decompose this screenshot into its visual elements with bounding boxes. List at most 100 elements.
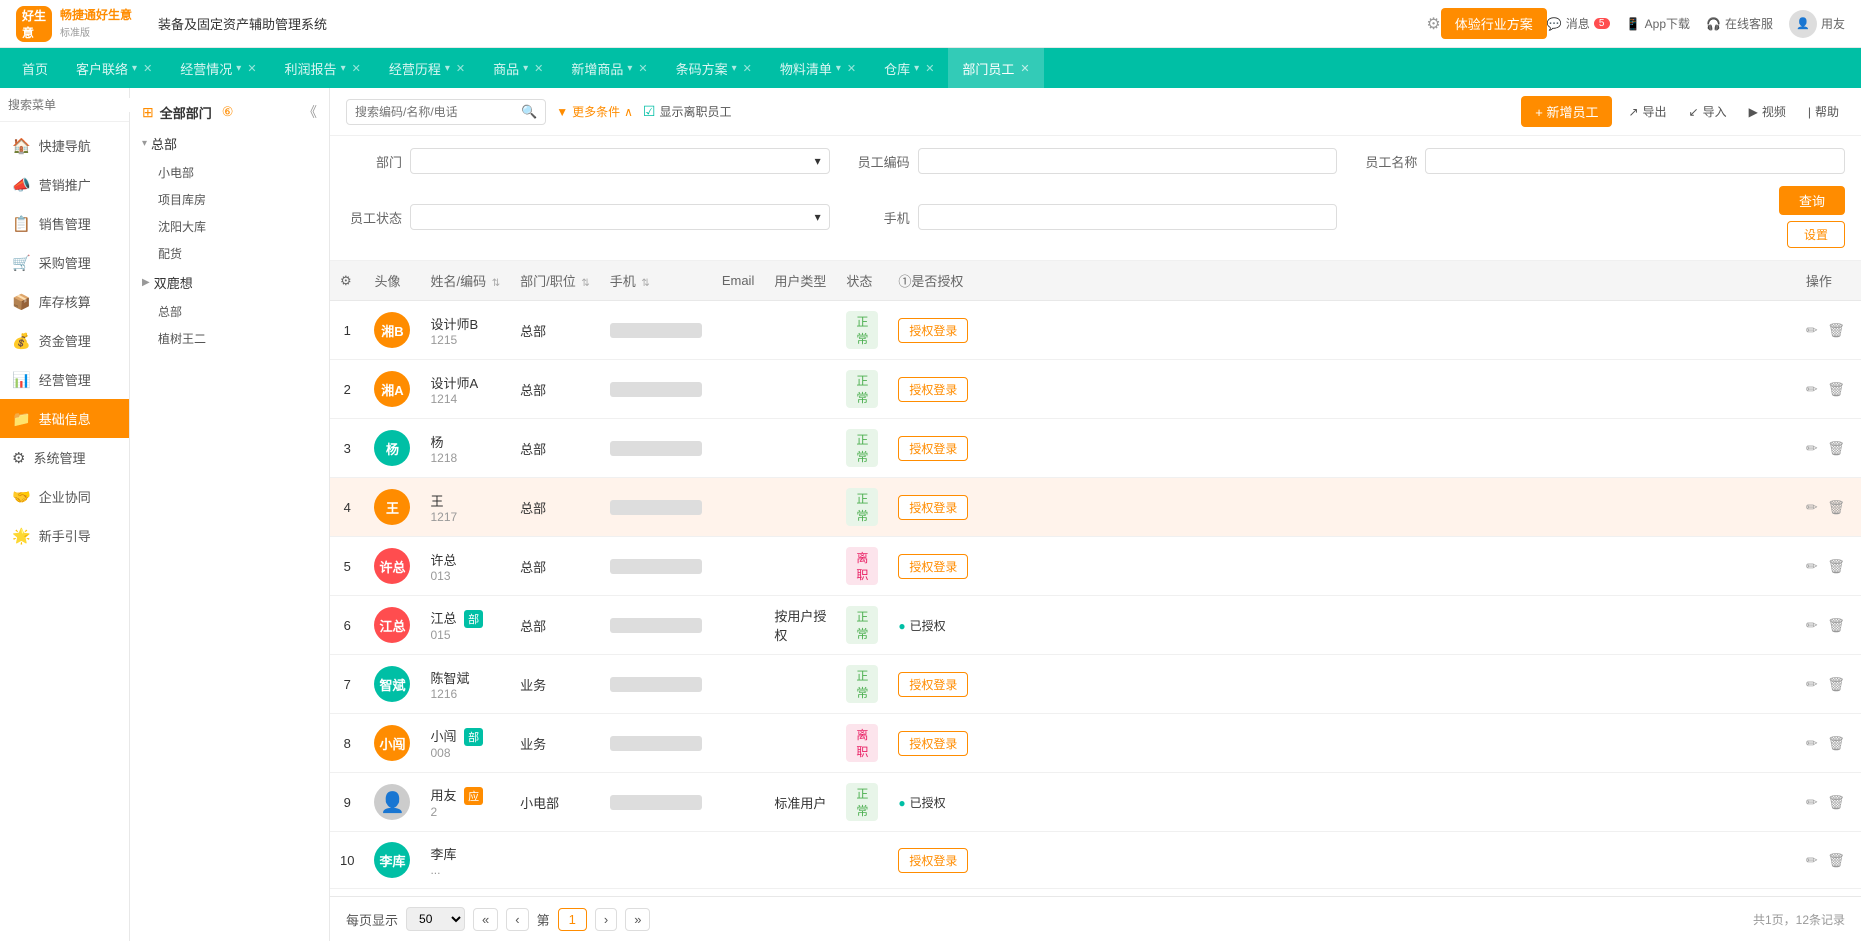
empname-filter-input[interactable] bbox=[1425, 148, 1845, 174]
delete-btn[interactable]: 🗑 bbox=[1827, 499, 1845, 515]
delete-btn[interactable]: 🗑 bbox=[1827, 676, 1845, 692]
auth-login-btn[interactable]: 授权登录 bbox=[898, 554, 968, 579]
edit-btn[interactable]: ✏ bbox=[1806, 440, 1818, 456]
import-btn[interactable]: ↙ 导入 bbox=[1683, 103, 1733, 120]
gear-icon[interactable]: ⚙ bbox=[1426, 14, 1440, 34]
edit-btn[interactable]: ✏ bbox=[1806, 794, 1818, 810]
set-btn[interactable]: 设置 bbox=[1787, 221, 1845, 248]
close-icon[interactable]: ✕ bbox=[352, 62, 361, 75]
status-filter-select[interactable]: ▾ bbox=[410, 204, 830, 230]
tab-goods[interactable]: 商品 ▾✕ bbox=[479, 48, 557, 88]
edit-btn[interactable]: ✏ bbox=[1806, 322, 1818, 338]
delete-btn[interactable]: 🗑 bbox=[1827, 852, 1845, 868]
delete-btn[interactable]: 🗑 bbox=[1827, 735, 1845, 751]
tab-bom[interactable]: 物料清单 ▾✕ bbox=[766, 48, 870, 88]
tab-history[interactable]: 经营历程 ▾✕ bbox=[375, 48, 479, 88]
app-download-btn[interactable]: 📱 App下载 bbox=[1626, 15, 1690, 32]
dept-child-zongbu[interactable]: 总部 bbox=[130, 298, 329, 325]
next-page-btn[interactable]: › bbox=[595, 908, 617, 931]
sidebar-item-purchase[interactable]: 🛒 采购管理 bbox=[0, 243, 129, 282]
delete-btn[interactable]: 🗑 bbox=[1827, 617, 1845, 633]
col-phone[interactable]: 手机 ⇅ bbox=[600, 261, 712, 301]
auth-login-btn[interactable]: 授权登录 bbox=[898, 672, 968, 697]
edit-btn[interactable]: ✏ bbox=[1806, 558, 1818, 574]
tab-add-goods[interactable]: 新增商品 ▾✕ bbox=[557, 48, 661, 88]
query-btn[interactable]: 查询 bbox=[1779, 186, 1845, 215]
dept-group-label-zb[interactable]: ▾ 总部 bbox=[130, 128, 329, 159]
delete-btn[interactable]: 🗑 bbox=[1827, 322, 1845, 338]
online-service-btn[interactable]: 🎧 在线客服 bbox=[1706, 15, 1773, 32]
col-auth[interactable]: ①是否授权 bbox=[888, 261, 978, 301]
edit-btn[interactable]: ✏ bbox=[1806, 852, 1818, 868]
close-icon[interactable]: ✕ bbox=[743, 62, 752, 75]
dept-child-xiaodian[interactable]: 小电部 bbox=[130, 159, 329, 186]
edit-btn[interactable]: ✏ bbox=[1806, 735, 1818, 751]
dept-count-badge[interactable]: ⑥ bbox=[222, 104, 234, 120]
edit-btn[interactable]: ✏ bbox=[1806, 617, 1818, 633]
employee-search-input[interactable] bbox=[355, 105, 515, 119]
sidebar-item-system[interactable]: ⚙ 系统管理 bbox=[0, 438, 129, 477]
delete-btn[interactable]: 🗑 bbox=[1827, 440, 1845, 456]
close-icon[interactable]: ✕ bbox=[247, 62, 256, 75]
sidebar-item-sales[interactable]: 📋 销售管理 bbox=[0, 204, 129, 243]
sidebar-item-inventory[interactable]: 📦 库存核算 bbox=[0, 282, 129, 321]
tab-customer[interactable]: 客户联络 ▾✕ bbox=[62, 48, 166, 88]
add-employee-btn[interactable]: + 新增员工 bbox=[1521, 96, 1612, 127]
current-page[interactable]: 1 bbox=[558, 908, 587, 931]
auth-login-btn[interactable]: 授权登录 bbox=[898, 377, 968, 402]
delete-btn[interactable]: 🗑 bbox=[1827, 794, 1845, 810]
first-page-btn[interactable]: « bbox=[473, 908, 498, 931]
close-icon[interactable]: ✕ bbox=[847, 62, 856, 75]
col-name[interactable]: 姓名/编码 ⇅ bbox=[420, 261, 510, 301]
auth-login-btn[interactable]: 授权登录 bbox=[898, 731, 968, 756]
tab-operation[interactable]: 经营情况 ▾✕ bbox=[166, 48, 270, 88]
edit-btn[interactable]: ✏ bbox=[1806, 676, 1818, 692]
delete-btn[interactable]: 🗑 bbox=[1827, 558, 1845, 574]
search-icon[interactable]: 🔍 bbox=[521, 104, 537, 120]
close-icon[interactable]: ✕ bbox=[534, 62, 543, 75]
show-resigned-check[interactable]: ☑ 显示离职员工 bbox=[643, 103, 732, 120]
auth-login-btn[interactable]: 授权登录 bbox=[898, 495, 968, 520]
edit-btn[interactable]: ✏ bbox=[1806, 381, 1818, 397]
close-icon[interactable]: ✕ bbox=[1020, 62, 1029, 75]
dept-group-label-shuangluxiang[interactable]: ▶ 双鹿想 bbox=[130, 267, 329, 298]
try-btn[interactable]: 体验行业方案 bbox=[1441, 8, 1547, 39]
tab-home[interactable]: 首页 bbox=[8, 48, 62, 88]
last-page-btn[interactable]: » bbox=[625, 908, 650, 931]
sidebar-item-basic[interactable]: 📁 基础信息 bbox=[0, 399, 129, 438]
collapse-btn[interactable]: 《 bbox=[303, 102, 317, 122]
auth-login-btn[interactable]: 授权登录 bbox=[898, 848, 968, 873]
auth-login-btn[interactable]: 授权登录 bbox=[898, 318, 968, 343]
sidebar-item-enterprise[interactable]: 🤝 企业协同 bbox=[0, 477, 129, 516]
tab-department[interactable]: 部门员工 ✕ bbox=[948, 48, 1043, 88]
more-filter-btn[interactable]: ▼ 更多条件 ∧ bbox=[556, 103, 633, 120]
prev-page-btn[interactable]: ‹ bbox=[506, 908, 528, 931]
close-icon[interactable]: ✕ bbox=[638, 62, 647, 75]
message-btn[interactable]: 💬 消息 5 bbox=[1547, 15, 1610, 32]
sidebar-item-guide[interactable]: 🌟 新手引导 bbox=[0, 516, 129, 555]
delete-btn[interactable]: 🗑 bbox=[1827, 381, 1845, 397]
user-area[interactable]: 👤 用友 bbox=[1789, 10, 1845, 38]
empcode-filter-input[interactable] bbox=[918, 148, 1338, 174]
col-dept[interactable]: 部门/职位 ⇅ bbox=[510, 261, 600, 301]
close-icon[interactable]: ✕ bbox=[925, 62, 934, 75]
dept-filter-select[interactable]: ▾ bbox=[410, 148, 830, 174]
sidebar-item-quick[interactable]: 🏠 快捷导航 bbox=[0, 126, 129, 165]
sidebar-item-operation[interactable]: 📊 经营管理 bbox=[0, 360, 129, 399]
tab-barcode[interactable]: 条码方案 ▾✕ bbox=[662, 48, 766, 88]
tab-profit[interactable]: 利润报告 ▾✕ bbox=[271, 48, 375, 88]
video-btn[interactable]: ▶ 视频 bbox=[1743, 103, 1792, 120]
page-size-select[interactable]: 50 100 bbox=[406, 907, 465, 931]
close-icon[interactable]: ✕ bbox=[143, 62, 152, 75]
phone-filter-input[interactable] bbox=[918, 204, 1338, 230]
tab-warehouse[interactable]: 仓库 ▾✕ bbox=[870, 48, 948, 88]
dept-child-zhishu[interactable]: 植树王二 bbox=[130, 325, 329, 352]
col-settings[interactable]: ⚙ bbox=[330, 261, 364, 301]
dept-child-xiangmu[interactable]: 项目库房 bbox=[130, 186, 329, 213]
export-btn[interactable]: ↗ 导出 bbox=[1622, 103, 1672, 120]
edit-btn[interactable]: ✏ bbox=[1806, 499, 1818, 515]
dept-child-peihuo[interactable]: 配货 bbox=[130, 240, 329, 267]
dept-child-shenyang[interactable]: 沈阳大库 bbox=[130, 213, 329, 240]
sidebar-item-finance[interactable]: 💰 资金管理 bbox=[0, 321, 129, 360]
auth-login-btn[interactable]: 授权登录 bbox=[898, 436, 968, 461]
